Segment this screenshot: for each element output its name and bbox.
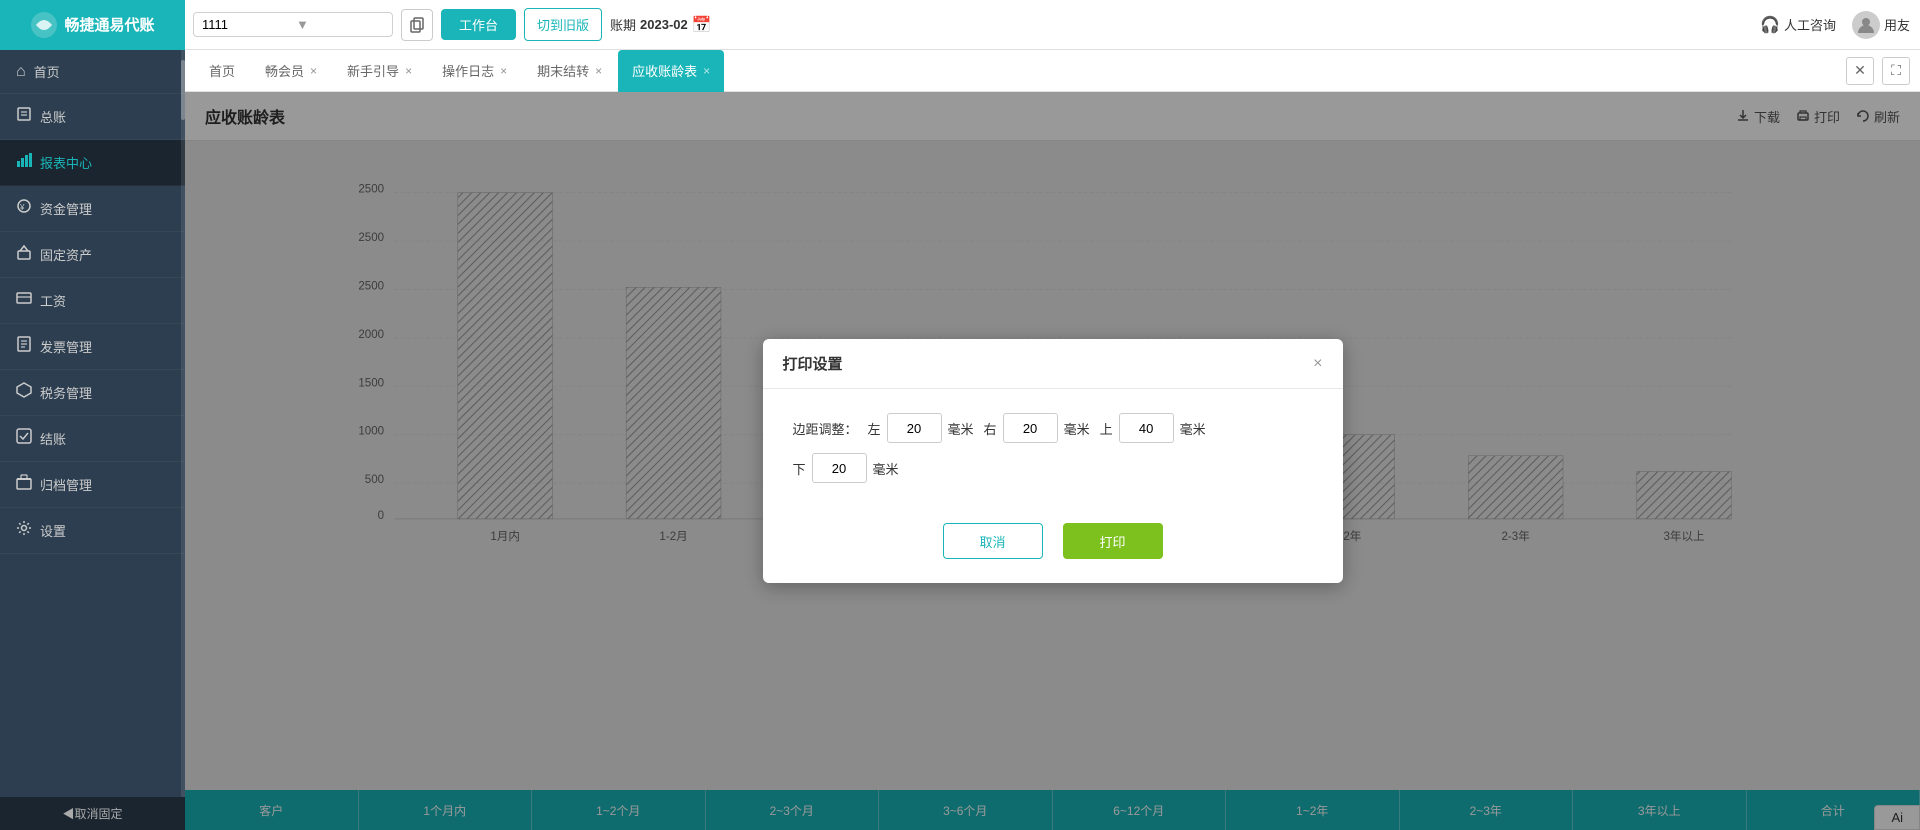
tab-guide[interactable]: 新手引导 ×	[333, 50, 426, 92]
bottom-prefix: 下	[793, 459, 806, 478]
settings-icon	[16, 520, 32, 541]
tab-ar-aging-close[interactable]: ×	[703, 64, 710, 78]
sidebar-item-home[interactable]: ⌂ 首页	[0, 50, 185, 94]
top-unit: 毫米	[1180, 419, 1206, 438]
tab-guide-close[interactable]: ×	[405, 64, 412, 78]
user-area[interactable]: 用友	[1852, 11, 1910, 39]
sidebar-item-payroll[interactable]: 工资	[0, 278, 185, 324]
bottom-margin-group: 下 毫米	[793, 453, 899, 483]
left-margin-input[interactable]	[887, 413, 942, 443]
left-unit: 毫米	[948, 419, 974, 438]
headphone-icon: 🎧	[1760, 15, 1780, 35]
period-area: 账期 2023-02 📅	[610, 15, 712, 35]
fixed-assets-icon	[16, 244, 32, 265]
sidebar-item-settings[interactable]: 设置	[0, 508, 185, 554]
company-selector[interactable]: 1111 ▼	[193, 12, 393, 37]
bottom-margin-input[interactable]	[812, 453, 867, 483]
tab-member[interactable]: 畅会员 ×	[251, 50, 331, 92]
tab-oplog-close[interactable]: ×	[500, 64, 507, 78]
maximize-tab-button[interactable]: ⛶	[1882, 57, 1910, 85]
modal-overlay: 打印设置 × 边距调整： 左 毫米 右	[185, 92, 1920, 830]
tab-ar-aging[interactable]: 应收账龄表 ×	[618, 50, 724, 92]
copy-button[interactable]	[401, 9, 433, 41]
sidebar-item-invoice[interactable]: 发票管理	[0, 324, 185, 370]
dialog-footer: 取消 打印	[763, 507, 1343, 583]
page-content: 应收账龄表 下载 打印 刷新	[185, 92, 1920, 830]
left-prefix: 左	[868, 419, 881, 438]
right-margin-input[interactable]	[1003, 413, 1058, 443]
tab-period-end[interactable]: 期末结转 ×	[523, 50, 616, 92]
calendar-icon[interactable]: 📅	[692, 15, 712, 35]
invoice-icon	[16, 336, 32, 357]
funds-icon: ¥	[16, 198, 32, 219]
home-icon: ⌂	[16, 63, 26, 81]
logo: 畅捷通易代账	[0, 0, 185, 50]
bottom-unit: 毫米	[873, 459, 899, 478]
chevron-down-icon: ▼	[296, 17, 384, 32]
tab-member-close[interactable]: ×	[310, 64, 317, 78]
reports-icon	[16, 152, 32, 173]
right-unit: 毫米	[1064, 419, 1090, 438]
sidebar-collapse-button[interactable]: ◀取消固定	[0, 797, 185, 830]
confirm-print-button[interactable]: 打印	[1063, 523, 1163, 559]
payroll-icon	[16, 290, 32, 311]
margin-settings-row: 边距调整： 左 毫米 右 毫米	[793, 413, 1313, 483]
sidebar-item-closing[interactable]: 结账	[0, 416, 185, 462]
svg-text:¥: ¥	[19, 203, 25, 212]
closing-icon	[16, 428, 32, 449]
workbench-button[interactable]: 工作台	[441, 9, 516, 40]
tab-period-end-close[interactable]: ×	[595, 64, 602, 78]
consult-area[interactable]: 🎧 人工咨询	[1760, 15, 1836, 35]
tax-icon	[16, 382, 32, 403]
margin-label: 边距调整：	[793, 419, 858, 438]
right-prefix: 右	[984, 419, 997, 438]
avatar	[1852, 11, 1880, 39]
sidebar-item-funds[interactable]: ¥ 资金管理	[0, 186, 185, 232]
tabs-bar: 首页 畅会员 × 新手引导 × 操作日志 × 期末结转 × 应收账龄表 ×	[185, 50, 1920, 92]
company-name: 1111	[202, 17, 290, 32]
sidebar-item-ledger[interactable]: 总账	[0, 94, 185, 140]
switch-version-button[interactable]: 切到旧版	[524, 8, 602, 41]
top-prefix: 上	[1100, 419, 1113, 438]
print-settings-dialog: 打印设置 × 边距调整： 左 毫米 右	[763, 339, 1343, 583]
tab-oplog[interactable]: 操作日志 ×	[428, 50, 521, 92]
dialog-body: 边距调整： 左 毫米 右 毫米	[763, 389, 1343, 507]
ledger-icon	[16, 106, 32, 127]
tab-home[interactable]: 首页	[195, 50, 249, 92]
sidebar-item-fixed[interactable]: 固定资产	[0, 232, 185, 278]
sidebar-item-archive[interactable]: 归档管理	[0, 462, 185, 508]
sidebar-item-reports[interactable]: 报表中心	[0, 140, 185, 186]
sidebar: ⌂ 首页 总账 报表中心 ¥ 资金管理	[0, 50, 185, 830]
right-margin-group: 右 毫米	[984, 413, 1090, 443]
sidebar-item-tax[interactable]: 税务管理	[0, 370, 185, 416]
close-tab-button[interactable]: ✕	[1846, 57, 1874, 85]
dialog-close-button[interactable]: ×	[1313, 355, 1322, 373]
top-margin-group: 上 毫米	[1100, 413, 1206, 443]
dialog-title: 打印设置	[783, 353, 843, 374]
archive-icon	[16, 474, 32, 495]
left-margin-group: 左 毫米	[868, 413, 974, 443]
cancel-button[interactable]: 取消	[943, 523, 1043, 559]
top-margin-input[interactable]	[1119, 413, 1174, 443]
dialog-header: 打印设置 ×	[763, 339, 1343, 389]
